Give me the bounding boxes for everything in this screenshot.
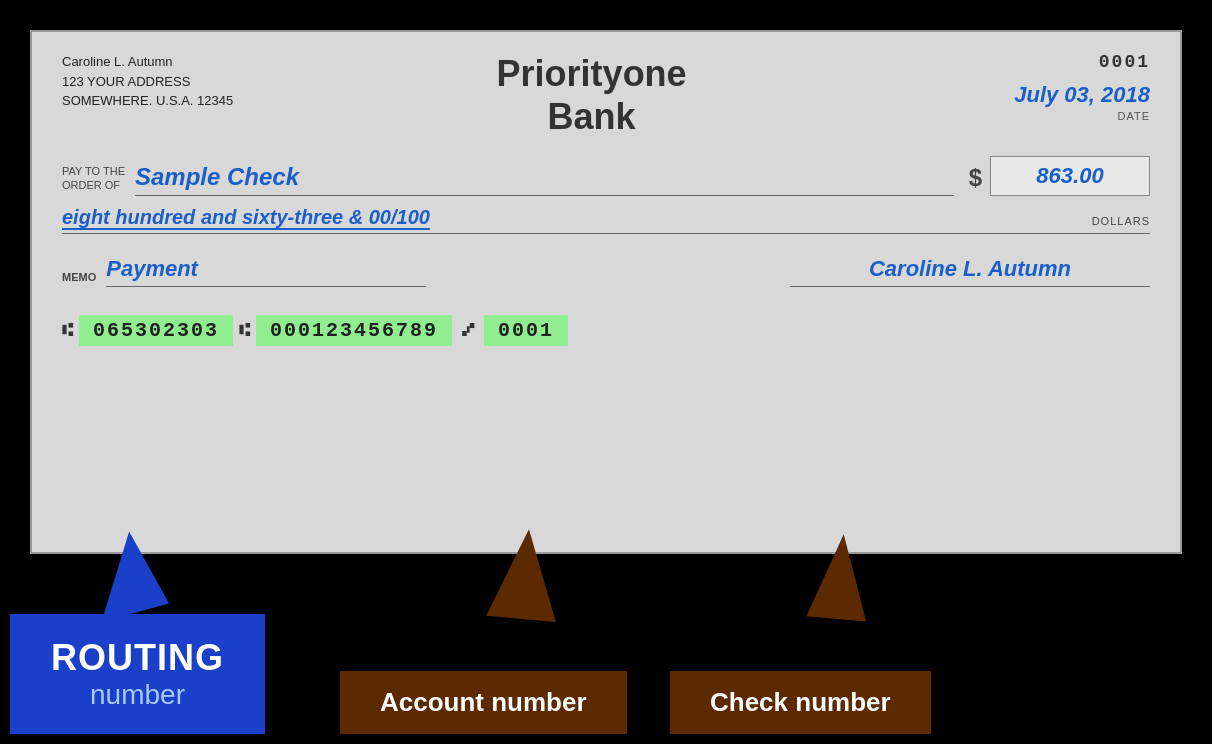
pay-to-label: PAY TO THEORDER OF <box>62 164 125 197</box>
check-top-section: Caroline L. Autumn 123 YOUR ADDRESS SOME… <box>62 52 1150 138</box>
account-arrow-icon <box>486 526 564 622</box>
check-top-right: 0001 July 03, 2018 DATE <box>950 52 1150 122</box>
micr-line: ⑆ 065302303 ⑆ 000123456789 ⑇ 0001 <box>62 315 1150 346</box>
check-paper: Caroline L. Autumn 123 YOUR ADDRESS SOME… <box>30 30 1182 554</box>
date-label: DATE <box>950 110 1150 122</box>
payee-line: Sample Check <box>135 163 954 196</box>
address-line1: 123 YOUR ADDRESS <box>62 72 233 92</box>
routing-label-main: ROUTING <box>51 637 224 679</box>
check-number-badge: Check number <box>670 671 931 734</box>
pay-to-row: PAY TO THEORDER OF Sample Check $ 863.00 <box>62 156 1150 196</box>
account-badge: Account number <box>340 671 627 734</box>
written-amount-row: eight hundred and sixty-three & 00/100 D… <box>62 206 1150 234</box>
legend-area: ROUTING number Account number Check numb… <box>0 569 1212 744</box>
check-number-display: 0001 <box>950 52 1150 72</box>
signature-value: Caroline L. Autumn <box>869 256 1071 281</box>
micr-routing-number: 065302303 <box>79 315 233 346</box>
account-label: Account number <box>380 687 587 718</box>
address-name: Caroline L. Autumn <box>62 52 233 72</box>
signature-area: Caroline L. Autumn <box>790 256 1150 287</box>
memo-row: MEMO Payment Caroline L. Autumn <box>62 256 1150 287</box>
routing-label-sub: number <box>90 679 185 711</box>
dollars-label: DOLLARS <box>1092 215 1150 229</box>
bank-name: PriorityoneBank <box>233 52 950 138</box>
routing-badge: ROUTING number <box>10 614 265 734</box>
check-number-arrow-icon <box>806 532 873 622</box>
micr-close-symbol: ⑆ <box>239 321 250 341</box>
micr-check-number: 0001 <box>484 315 568 346</box>
memo-value: Payment <box>106 256 198 281</box>
memo-line: Payment <box>106 256 426 287</box>
memo-label: MEMO <box>62 271 96 287</box>
amount-box: 863.00 <box>990 156 1150 196</box>
dollar-sign: $ <box>969 164 982 196</box>
micr-equals-symbol: ⑇ <box>462 319 474 342</box>
check-date: July 03, 2018 <box>950 82 1150 108</box>
amount-value: 863.00 <box>1036 163 1103 188</box>
micr-account-number: 000123456789 <box>256 315 452 346</box>
check-address: Caroline L. Autumn 123 YOUR ADDRESS SOME… <box>62 52 233 111</box>
check-number-label: Check number <box>710 687 891 718</box>
written-amount: eight hundred and sixty-three & 00/100 <box>62 206 1092 229</box>
payee-name: Sample Check <box>135 163 299 190</box>
address-line2: SOMEWHERE. U.S.A. 12345 <box>62 91 233 111</box>
micr-open-symbol: ⑆ <box>62 321 73 341</box>
